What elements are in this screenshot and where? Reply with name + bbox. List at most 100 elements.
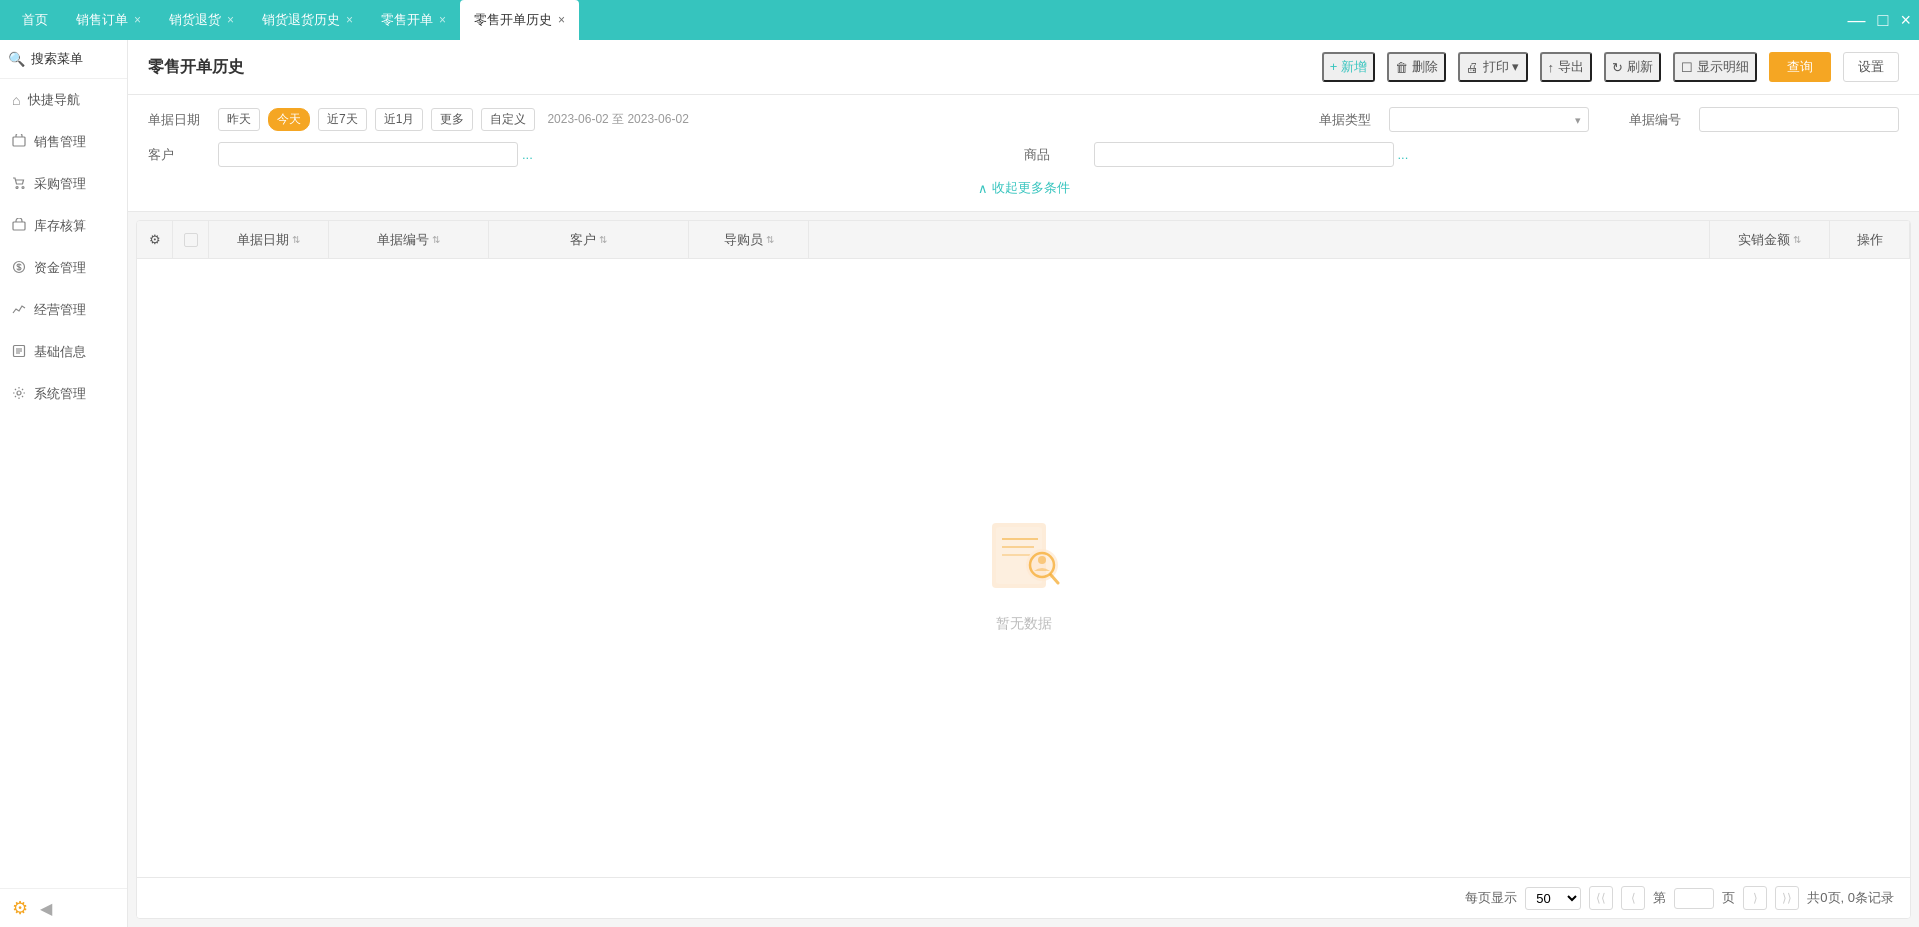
sidebar-bottom: ⚙ ◀: [0, 888, 127, 927]
delete-button[interactable]: 🗑 🗑 删除 删除: [1387, 52, 1446, 82]
export-icon: ↑: [1548, 60, 1555, 75]
sidebar-item-operations[interactable]: 经营管理: [0, 289, 127, 331]
sidebar-item-purchase[interactable]: 采购管理: [0, 163, 127, 205]
close-window-button[interactable]: ×: [1900, 11, 1911, 29]
collapse-sidebar-icon[interactable]: ◀: [40, 899, 52, 918]
date-btn-7days[interactable]: 近7天: [318, 108, 367, 131]
page-size-select[interactable]: 50 100 200: [1525, 887, 1581, 910]
table-area: ⚙ 单据日期 ⇅ 单据编号 ⇅ 客户 ⇅ 导购员: [136, 220, 1911, 919]
tab-return[interactable]: 销货退货 ×: [155, 0, 248, 40]
tab-retail-order-close[interactable]: ×: [439, 14, 446, 26]
select-all-checkbox[interactable]: [184, 233, 198, 247]
maximize-button[interactable]: □: [1878, 11, 1889, 29]
th-customer-label: 客户: [570, 231, 596, 249]
type-select[interactable]: [1389, 107, 1589, 132]
tab-sales-order[interactable]: 销售订单 ×: [62, 0, 155, 40]
tab-retail-order[interactable]: 零售开单 ×: [367, 0, 460, 40]
prev-page-button[interactable]: ⟨: [1621, 886, 1645, 910]
settings-button[interactable]: 设置: [1843, 52, 1899, 82]
num-input[interactable]: [1699, 107, 1899, 132]
filter-area: 单据日期 昨天 今天 近7天 近1月 更多 自定义 2023-06-02 至 2…: [128, 95, 1919, 212]
tab-sales-order-label: 销售订单: [76, 11, 128, 29]
settings-gear-icon[interactable]: ⚙: [12, 897, 28, 919]
content-area: 零售开单历史 + 新增 🗑 🗑 删除 删除 🖨 打印 ▾ ↑ 导出 ↻: [128, 40, 1919, 927]
search-icon: 🔍: [8, 51, 25, 67]
collapse-button[interactable]: ∧ 收起更多条件: [966, 177, 1082, 199]
tab-sales-order-close[interactable]: ×: [134, 14, 141, 26]
tab-home[interactable]: 首页: [8, 0, 62, 40]
sidebar-item-base-info[interactable]: 基础信息: [0, 331, 127, 373]
th-num[interactable]: 单据编号 ⇅: [329, 221, 489, 258]
customer-ellipsis-btn[interactable]: ...: [518, 147, 537, 162]
date-btn-custom[interactable]: 自定义: [481, 108, 535, 131]
svg-rect-3: [13, 222, 25, 230]
date-label: 单据日期: [148, 111, 218, 129]
page-title: 零售开单历史: [148, 57, 244, 90]
export-button[interactable]: ↑ 导出: [1540, 52, 1593, 82]
customer-input[interactable]: [218, 142, 518, 167]
purchase-icon: [12, 176, 26, 193]
th-guide[interactable]: 导购员 ⇅: [689, 221, 809, 258]
date-btn-yesterday[interactable]: 昨天: [218, 108, 260, 131]
add-button[interactable]: + 新增: [1322, 52, 1375, 82]
tab-return-history-close[interactable]: ×: [346, 14, 353, 26]
date-filters: 昨天 今天 近7天 近1月 更多 自定义 2023-06-02 至 2023-0…: [218, 108, 689, 131]
th-guide-label: 导购员: [724, 231, 763, 249]
goods-input[interactable]: [1094, 142, 1394, 167]
th-settings[interactable]: ⚙: [137, 221, 173, 258]
th-amount[interactable]: 实销金额 ⇅: [1710, 221, 1830, 258]
empty-text: 暂无数据: [996, 615, 1052, 633]
table-header: ⚙ 单据日期 ⇅ 单据编号 ⇅ 客户 ⇅ 导购员: [137, 221, 1910, 259]
tab-return-close[interactable]: ×: [227, 14, 234, 26]
date-btn-more[interactable]: 更多: [431, 108, 473, 131]
print-icon: 🖨: [1466, 60, 1479, 75]
customer-label: 客户: [148, 146, 218, 164]
th-checkbox[interactable]: [173, 221, 209, 258]
sidebar-search[interactable]: 🔍 搜索菜单: [0, 40, 127, 79]
svg-rect-0: [13, 137, 25, 146]
display-detail-button[interactable]: ☐ 显示明细: [1673, 52, 1757, 82]
window-controls: — □ ×: [1836, 11, 1911, 29]
goods-ellipsis-btn[interactable]: ...: [1394, 147, 1413, 162]
first-page-button[interactable]: ⟨⟨: [1589, 886, 1613, 910]
date-btn-today[interactable]: 今天: [268, 108, 310, 131]
sidebar-item-purchase-label: 采购管理: [34, 175, 86, 193]
sidebar-item-system[interactable]: 系统管理: [0, 373, 127, 415]
sidebar-item-sales[interactable]: 销售管理: [0, 121, 127, 163]
tab-retail-history[interactable]: 零售开单历史 ×: [460, 0, 579, 40]
home-icon: ⌂: [12, 92, 20, 108]
tab-retail-history-close[interactable]: ×: [558, 14, 565, 26]
sidebar-item-base-info-label: 基础信息: [34, 343, 86, 361]
sidebar-item-inventory[interactable]: 库存核算: [0, 205, 127, 247]
sidebar-item-finance-label: 资金管理: [34, 259, 86, 277]
nav-tabs: 首页 销售订单 × 销货退货 × 销货退货历史 × 零售开单 × 零售开单历史 …: [8, 0, 1836, 40]
goods-label: 商品: [1024, 146, 1094, 164]
sidebar-item-system-label: 系统管理: [34, 385, 86, 403]
page-unit: 页: [1722, 889, 1735, 907]
sidebar-item-finance[interactable]: 资金管理: [0, 247, 127, 289]
th-flex: [809, 221, 1710, 258]
last-page-button[interactable]: ⟩⟩: [1775, 886, 1799, 910]
date-btn-1month[interactable]: 近1月: [375, 108, 424, 131]
query-button[interactable]: 查询: [1769, 52, 1831, 82]
sidebar-item-quick-nav[interactable]: ⌂ 快捷导航: [0, 79, 127, 121]
empty-illustration: [974, 503, 1074, 603]
th-date[interactable]: 单据日期 ⇅: [209, 221, 329, 258]
refresh-button[interactable]: ↻ 刷新: [1604, 52, 1661, 82]
next-page-button[interactable]: ⟩: [1743, 886, 1767, 910]
filter-row-1: 单据日期 昨天 今天 近7天 近1月 更多 自定义 2023-06-02 至 2…: [148, 107, 1899, 132]
filter-row-2: 客户 ... 商品 ...: [148, 142, 1899, 167]
tab-return-history[interactable]: 销货退货历史 ×: [248, 0, 367, 40]
th-amount-label: 实销金额: [1738, 231, 1790, 249]
sort-customer-icon: ⇅: [599, 234, 607, 245]
minimize-button[interactable]: —: [1848, 11, 1866, 29]
total-info: 共0页, 0条记录: [1807, 889, 1894, 907]
th-customer[interactable]: 客户 ⇅: [489, 221, 689, 258]
collapse-icon: ∧: [978, 181, 988, 196]
page-number-input[interactable]: 1: [1674, 888, 1714, 909]
system-icon: [12, 386, 26, 403]
sort-amount-icon: ⇅: [1793, 234, 1801, 245]
th-action-label: 操作: [1857, 231, 1883, 249]
sidebar: 🔍 搜索菜单 ⌂ 快捷导航 销售管理: [0, 40, 128, 927]
print-button[interactable]: 🖨 打印 ▾: [1458, 52, 1528, 82]
